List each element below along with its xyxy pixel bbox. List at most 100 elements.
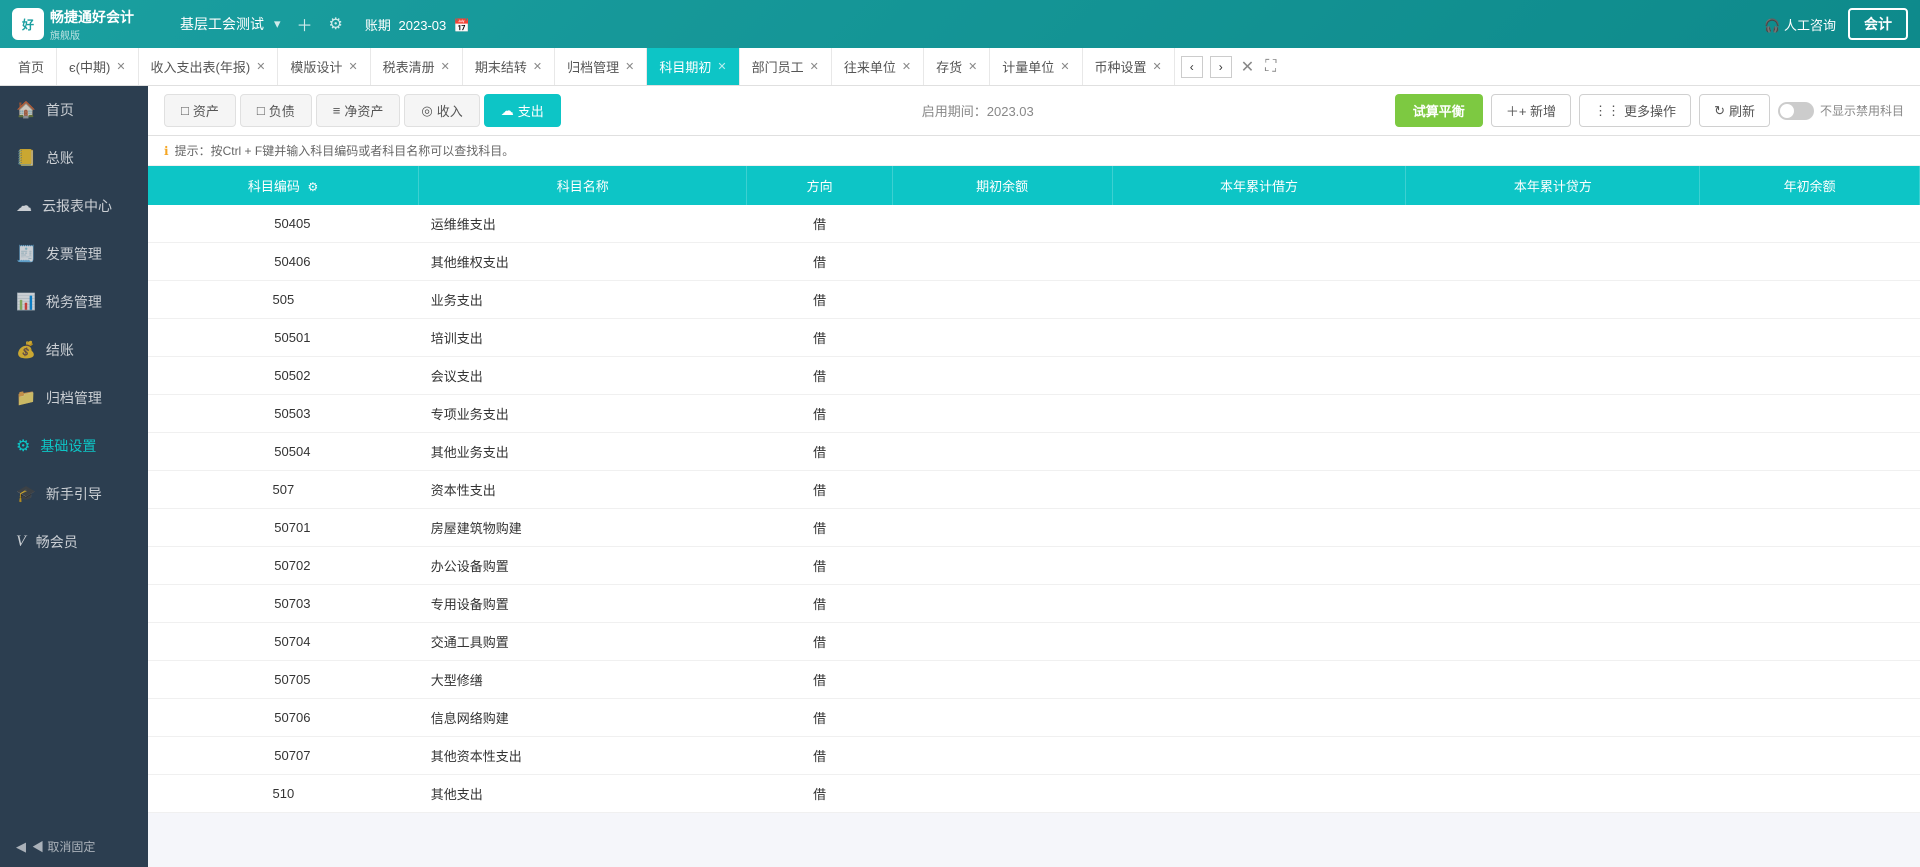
- table-row[interactable]: 50705大型修缮借: [148, 661, 1920, 699]
- cell-name: 其他业务支出: [419, 433, 747, 471]
- sidebar-item-home[interactable]: 🏠 首页: [0, 86, 148, 134]
- sidebar-item-ledger[interactable]: 📒 总账: [0, 134, 148, 182]
- table-row[interactable]: 50502会议支出借: [148, 357, 1920, 395]
- tab-close-icon[interactable]: ✕: [348, 60, 357, 73]
- tab-close-icon[interactable]: ✕: [1060, 60, 1069, 73]
- cell-ytd-debit: [1112, 471, 1406, 509]
- expand-icon[interactable]: ⛶: [1265, 58, 1276, 76]
- toggle-disabled-subjects[interactable]: 不显示禁用科目: [1778, 102, 1904, 120]
- tab-close-icon[interactable]: ✕: [968, 60, 977, 73]
- table-row[interactable]: 505业务支出借: [148, 281, 1920, 319]
- headset-icon: 🎧: [1764, 18, 1780, 33]
- gear-icon: ⚙: [16, 436, 30, 456]
- table-row[interactable]: 50704交通工具购置借: [148, 623, 1920, 661]
- table-row[interactable]: 50702办公设备购置借: [148, 547, 1920, 585]
- cell-ytd-credit: [1406, 395, 1700, 433]
- top-header: 好 畅捷通好会计 旗舰版 基层工会测试 ▾ ＋ ⚙ 账期 2023-03 📅 🎧…: [0, 0, 1920, 48]
- table-row[interactable]: 507资本性支出借: [148, 471, 1920, 509]
- sub-tab-expenditure[interactable]: ☁ 支出: [484, 94, 561, 127]
- cell-name: 大型修缮: [419, 661, 747, 699]
- tab-template[interactable]: 模版设计 ✕: [278, 48, 370, 86]
- tab-inventory[interactable]: 存货 ✕: [924, 48, 990, 86]
- tab-close-icon[interactable]: ✕: [902, 60, 911, 73]
- tab-currency[interactable]: 币种设置 ✕: [1083, 48, 1175, 86]
- cell-direction: 借: [747, 281, 893, 319]
- sidebar-item-close-accts[interactable]: 💰 结账: [0, 326, 148, 374]
- tab-close-icon[interactable]: ✕: [533, 60, 542, 73]
- sidebar-item-tax[interactable]: 📊 税务管理: [0, 278, 148, 326]
- tab-close-icon[interactable]: ✕: [717, 60, 726, 73]
- cell-year-opening: [1700, 699, 1920, 737]
- sidebar-item-member[interactable]: V 畅会员: [0, 518, 148, 566]
- tab-homepage[interactable]: 首页: [6, 48, 57, 86]
- close-accts-icon: 💰: [16, 340, 36, 360]
- tab-archive[interactable]: 归档管理 ✕: [555, 48, 647, 86]
- cell-name: 房屋建筑物购建: [419, 509, 747, 547]
- calendar-icon[interactable]: 📅: [454, 18, 470, 33]
- table-row[interactable]: 50406其他维权支出借: [148, 243, 1920, 281]
- support-btn[interactable]: 🎧 人工咨询: [1764, 15, 1836, 34]
- cell-opening-balance: [892, 547, 1112, 585]
- add-tab-icon[interactable]: ＋: [297, 12, 313, 36]
- tab-next-btn[interactable]: ›: [1210, 56, 1232, 78]
- cell-opening-balance: [892, 585, 1112, 623]
- tab-close-icon[interactable]: ✕: [625, 60, 634, 73]
- cell-direction: 借: [747, 661, 893, 699]
- company-dropdown-icon[interactable]: ▾: [274, 16, 281, 32]
- tab-period-mid[interactable]: є(中期) ✕: [57, 48, 139, 86]
- sidebar-item-archive[interactable]: 📁 归档管理: [0, 374, 148, 422]
- cell-code: 50501: [148, 319, 419, 357]
- sidebar-collapse-btn[interactable]: ◀ ◀ 取消固定: [0, 826, 148, 867]
- settings-icon[interactable]: ⚙: [329, 14, 343, 34]
- sidebar-item-basic-settings[interactable]: ⚙ 基础设置: [0, 422, 148, 470]
- sub-tab-income[interactable]: ◎ 收入: [404, 94, 479, 127]
- sub-tab-assets[interactable]: □ 资产: [164, 94, 236, 127]
- tab-prev-btn[interactable]: ‹: [1181, 56, 1203, 78]
- cell-opening-balance: [892, 357, 1112, 395]
- table-row[interactable]: 50504其他业务支出借: [148, 433, 1920, 471]
- refresh-btn[interactable]: ↻ 刷新: [1699, 94, 1770, 127]
- sidebar-item-invoice[interactable]: 🧾 发票管理: [0, 230, 148, 278]
- refresh-icon: ↻: [1714, 103, 1725, 119]
- tab-unit[interactable]: 计量单位 ✕: [990, 48, 1082, 86]
- tab-close-icon[interactable]: ✕: [441, 60, 450, 73]
- sidebar-item-guide[interactable]: 🎓 新手引导: [0, 470, 148, 518]
- tab-contacts[interactable]: 往来单位 ✕: [832, 48, 924, 86]
- tab-close-icon[interactable]: ✕: [810, 60, 819, 73]
- cell-ytd-credit: [1406, 623, 1700, 661]
- sub-tab-liabilities[interactable]: □ 负债: [240, 94, 312, 127]
- table-row[interactable]: 50707其他资本性支出借: [148, 737, 1920, 775]
- tab-income-annual[interactable]: 收入支出表(年报) ✕: [139, 48, 279, 86]
- close-all-tabs-icon[interactable]: ✕: [1241, 57, 1254, 77]
- table-row[interactable]: 50503专项业务支出借: [148, 395, 1920, 433]
- tab-dept-staff[interactable]: 部门员工 ✕: [740, 48, 832, 86]
- tab-subject-init[interactable]: 科目期初 ✕: [647, 48, 739, 86]
- cell-ytd-credit: [1406, 205, 1700, 243]
- sidebar-item-reports[interactable]: ☁ 云报表中心: [0, 182, 148, 230]
- table-row[interactable]: 50405运维维支出借: [148, 205, 1920, 243]
- tab-period-end[interactable]: 期末结转 ✕: [463, 48, 555, 86]
- col-ytd-debit: 本年累计借方: [1112, 166, 1406, 205]
- tab-close-icon[interactable]: ✕: [1153, 60, 1162, 73]
- table-row[interactable]: 510其他支出借: [148, 775, 1920, 813]
- table-row[interactable]: 50706信息网络购建借: [148, 699, 1920, 737]
- add-btn[interactable]: ＋ + 新增: [1491, 94, 1571, 127]
- more-btn[interactable]: ⋮⋮ 更多操作: [1579, 94, 1691, 127]
- tab-tax-table[interactable]: 税表清册 ✕: [371, 48, 463, 86]
- balance-btn[interactable]: 试算平衡: [1395, 94, 1483, 127]
- cell-ytd-credit: [1406, 737, 1700, 775]
- accountant-btn[interactable]: 会计: [1848, 8, 1908, 40]
- table-row[interactable]: 50501培训支出借: [148, 319, 1920, 357]
- table-row[interactable]: 50703专用设备购置借: [148, 585, 1920, 623]
- switch-track[interactable]: [1778, 102, 1814, 120]
- cell-ytd-debit: [1112, 205, 1406, 243]
- cell-code: 50405: [148, 205, 419, 243]
- cell-name: 交通工具购置: [419, 623, 747, 661]
- col-settings-icon[interactable]: ⚙: [308, 180, 319, 194]
- table-row[interactable]: 50701房屋建筑物购建借: [148, 509, 1920, 547]
- tab-close-icon[interactable]: ✕: [116, 60, 125, 73]
- cell-code: 50707: [148, 737, 419, 775]
- header-right: 🎧 人工咨询 会计: [1764, 8, 1908, 40]
- tab-close-icon[interactable]: ✕: [256, 60, 265, 73]
- sub-tab-net-assets[interactable]: ≡ 净资产: [316, 94, 401, 127]
